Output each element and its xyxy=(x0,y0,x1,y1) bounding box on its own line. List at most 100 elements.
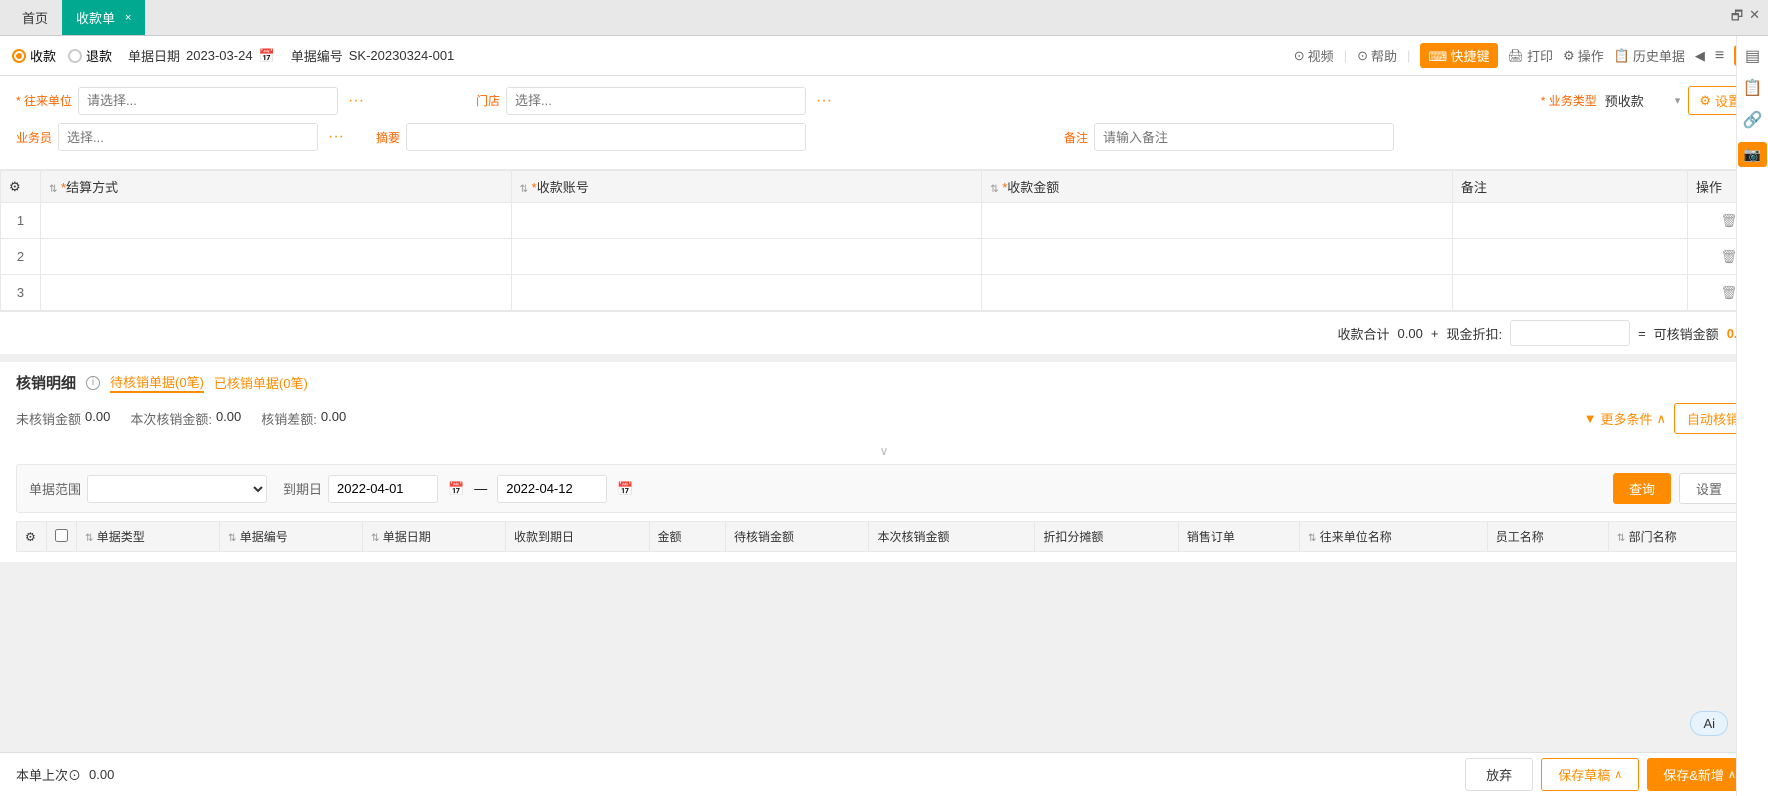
video-btn[interactable]: ⊙ 视频 xyxy=(1294,46,1334,65)
collapse-arrow[interactable]: ∨ xyxy=(16,444,1752,458)
gear-col-header[interactable]: ⚙ xyxy=(1,171,41,203)
checkbox-col[interactable] xyxy=(47,522,77,552)
radio-return[interactable]: 退款 xyxy=(68,46,112,65)
due-label: 到期日 xyxy=(283,479,322,498)
tab-bar-right: 🗗 ✕ xyxy=(1731,7,1760,29)
store-more-icon[interactable]: ··· xyxy=(816,92,832,110)
date-dash: — xyxy=(474,481,487,496)
range-select[interactable] xyxy=(87,475,267,503)
operation-label: 操作 xyxy=(1578,46,1604,65)
save-draft-btn[interactable]: 保存草稿 ∧ xyxy=(1541,758,1639,791)
plus-sign: + xyxy=(1431,326,1439,341)
sidebar-list-icon[interactable]: 📋 xyxy=(1743,78,1763,98)
current-amount-col: 本次核销金额 xyxy=(869,522,1035,552)
date-label: 单据日期 xyxy=(128,46,180,65)
list-view-icon[interactable]: ≡ xyxy=(1715,47,1724,65)
tab-active[interactable]: 收款单 × xyxy=(62,0,145,35)
date-from-calendar-icon[interactable]: 📅 xyxy=(448,481,464,497)
bill-type-col: ⇅ 单据类型 xyxy=(77,522,220,552)
counterpart-input[interactable] xyxy=(78,87,338,115)
abandon-btn[interactable]: 放弃 xyxy=(1465,758,1533,791)
table-gear-icon[interactable]: ⚙ xyxy=(9,179,21,194)
history-btn[interactable]: 📋 历史单据 xyxy=(1614,46,1685,65)
remarks-input[interactable] xyxy=(1094,123,1394,151)
gear-col[interactable]: ⚙ xyxy=(17,522,47,552)
summary-input[interactable] xyxy=(406,123,806,151)
history-icon: 📋 xyxy=(1614,48,1630,64)
delete-icon-1[interactable]: 🗑 xyxy=(1721,213,1738,228)
account-cell-3[interactable] xyxy=(511,275,982,311)
settle-col-header: ⇅ *结算方式 xyxy=(41,171,512,203)
form-area: 往来单位 ··· 门店 ··· 业务类型 预收款 ▾ ⚙ 设置 业务员 ··· … xyxy=(0,76,1768,170)
biz-type-dropdown-icon[interactable]: ▾ xyxy=(1675,94,1681,107)
row-num-3: 3 xyxy=(1,275,41,311)
staff-more-icon[interactable]: ··· xyxy=(328,128,344,146)
table-row: 2 🗑 ⧉ xyxy=(1,239,1768,275)
settle-sort-icon: ⇅ xyxy=(49,184,57,195)
radio-receive[interactable]: 收款 xyxy=(12,46,56,65)
remark-cell-1[interactable] xyxy=(1452,203,1687,239)
select-all-checkbox[interactable] xyxy=(55,529,68,542)
sidebar-camera-icon[interactable]: 📷 xyxy=(1738,142,1767,167)
sidebar-link-icon[interactable]: 🔗 xyxy=(1743,110,1763,130)
amount-cell-1[interactable] xyxy=(982,203,1453,239)
date-to-input[interactable] xyxy=(497,475,607,503)
radio-receive-label: 收款 xyxy=(30,46,56,65)
amount-cell-2[interactable] xyxy=(982,239,1453,275)
verify-info-icon[interactable]: i xyxy=(86,376,100,390)
sidebar-table-icon[interactable]: ▤ xyxy=(1745,46,1760,66)
settle-cell-1[interactable] xyxy=(41,203,512,239)
shortcut-btn[interactable]: ⌨ 快捷键 xyxy=(1420,43,1497,68)
biz-type-value: 预收款 xyxy=(1605,91,1665,110)
filter-actions: 查询 设置 xyxy=(1613,473,1739,504)
bottom-table: ⚙ ⇅ 单据类型 ⇅ 单据编号 ⇅ 单据日期 收款到期日 金额 待核销金额 本次… xyxy=(16,521,1752,552)
staff-input[interactable] xyxy=(58,123,318,151)
restore-icon[interactable]: 🗗 xyxy=(1731,7,1743,29)
pending-tab[interactable]: 待核销单据(0笔) xyxy=(110,372,204,393)
account-cell-1[interactable] xyxy=(511,203,982,239)
delete-icon-3[interactable]: 🗑 xyxy=(1721,285,1738,300)
row-num-1: 1 xyxy=(1,203,41,239)
date-field: 单据日期 2023-03-24 📅 xyxy=(128,46,275,65)
divider2: | xyxy=(1407,48,1410,63)
tab-close-icon[interactable]: × xyxy=(125,12,131,24)
range-label: 单据范围 xyxy=(29,479,81,498)
remark-cell-3[interactable] xyxy=(1452,275,1687,311)
help-btn[interactable]: ⊙ 帮助 xyxy=(1357,46,1397,65)
ai-button[interactable]: Ai xyxy=(1690,711,1728,736)
verify-right-actions: ▼ 更多条件 ∧ 自动核销 xyxy=(1584,403,1752,434)
table-area: ⚙ ⇅ *结算方式 ⇅ *收款账号 ⇅ *收款金额 备注 操 xyxy=(0,170,1768,311)
remark-cell-2[interactable] xyxy=(1452,239,1687,275)
date-value: 2023-03-24 xyxy=(186,48,253,63)
done-tab[interactable]: 已核销单据(0笔) xyxy=(214,373,308,392)
print-btn[interactable]: 🖨 打印 xyxy=(1508,46,1554,65)
calendar-icon[interactable]: 📅 xyxy=(259,48,275,64)
store-input[interactable] xyxy=(506,87,806,115)
settle-cell-2[interactable] xyxy=(41,239,512,275)
account-col-header: ⇅ *收款账号 xyxy=(511,171,982,203)
due-date-field: 到期日 📅 — 📅 xyxy=(283,475,633,503)
unchecked-value: 0.00 xyxy=(85,409,110,428)
more-conditions-btn[interactable]: ▼ 更多条件 ∧ xyxy=(1584,409,1666,428)
discount-input[interactable] xyxy=(1510,320,1630,346)
operation-btn[interactable]: ⚙ 操作 xyxy=(1563,46,1604,65)
date-from-input[interactable] xyxy=(328,475,438,503)
operation-icon: ⚙ xyxy=(1563,48,1575,64)
biz-type-label: 业务类型 xyxy=(1541,92,1597,109)
tab-home[interactable]: 首页 xyxy=(8,0,62,35)
unchecked-stat: 未核销金额 0.00 xyxy=(16,409,110,428)
delete-icon-2[interactable]: 🗑 xyxy=(1721,249,1738,264)
account-cell-2[interactable] xyxy=(511,239,982,275)
collapse-left-icon[interactable]: ◀ xyxy=(1695,48,1705,64)
summary-row: 收款合计 0.00 + 现金折扣: = 可核销金额 0.00 xyxy=(0,311,1768,354)
date-to-calendar-icon[interactable]: 📅 xyxy=(617,481,633,497)
close-window-icon[interactable]: ✕ xyxy=(1749,7,1760,29)
filter-setting-btn[interactable]: 设置 xyxy=(1679,473,1739,504)
summary-label: 摘要 xyxy=(376,129,400,146)
amount-cell-3[interactable] xyxy=(982,275,1453,311)
counterpart-more-icon[interactable]: ··· xyxy=(348,92,364,110)
shortcut-label: 快捷键 xyxy=(1451,49,1490,64)
auto-btn-label: 自动核销 xyxy=(1687,412,1739,427)
settle-cell-3[interactable] xyxy=(41,275,512,311)
query-btn[interactable]: 查询 xyxy=(1613,473,1671,504)
